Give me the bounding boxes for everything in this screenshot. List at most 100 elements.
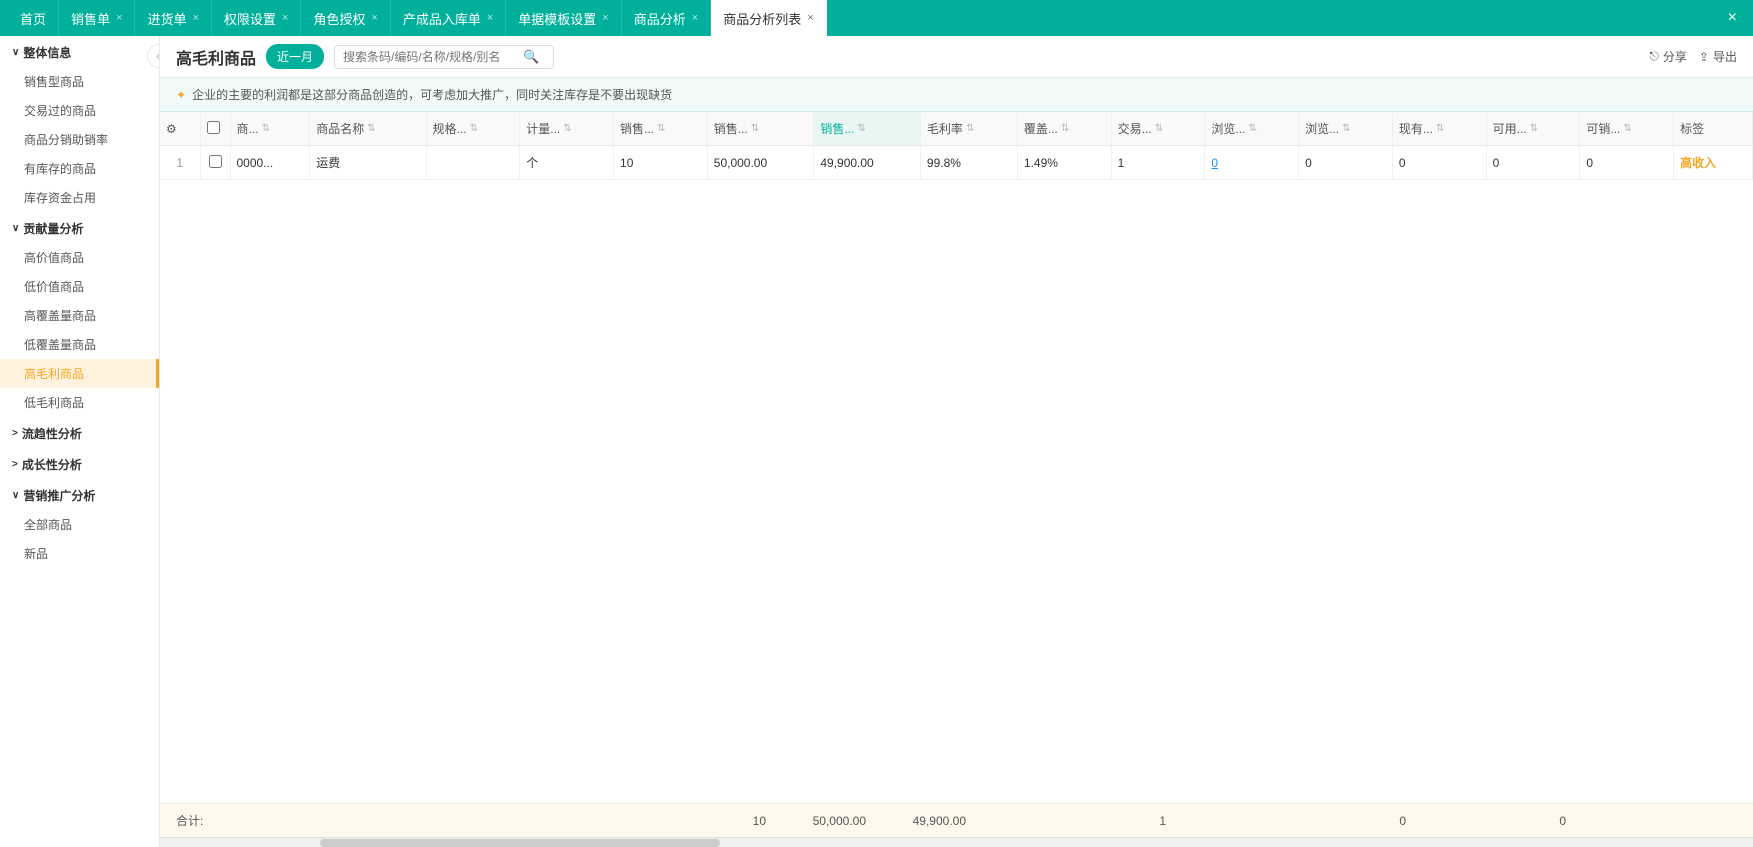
sidebar-item-low-value[interactable]: 低价值商品 xyxy=(0,272,159,301)
sidebar-item-inventory-capital[interactable]: 库存资金占用 xyxy=(0,183,159,212)
nav-role-auth[interactable]: 角色授权 × xyxy=(301,0,390,36)
search-box: 🔍 xyxy=(334,45,554,69)
search-input[interactable] xyxy=(343,50,523,64)
page-title: 高毛利商品 xyxy=(176,45,256,69)
sidebar-item-stocked-goods[interactable]: 有库存的商品 xyxy=(0,154,159,183)
col-unit[interactable]: 计量... ⇅ xyxy=(520,112,614,146)
sort-icon: ⇅ xyxy=(657,123,665,134)
select-all-checkbox[interactable] xyxy=(207,121,220,134)
scrollbar-thumb[interactable] xyxy=(320,839,720,847)
nav-sales-order[interactable]: 销售单 × xyxy=(59,0,135,36)
row-views1[interactable]: 0 xyxy=(1205,146,1299,180)
content-header: 高毛利商品 近一月 🔍 ⎋ 分享 ⇪ 导出 xyxy=(160,36,1753,78)
sort-icon: ⇅ xyxy=(563,123,571,134)
top-navigation: 首页 销售单 × 进货单 × 权限设置 × 角色授权 × 产成品入库单 × 单据… xyxy=(0,0,1753,36)
chevron-right-icon: > xyxy=(12,459,18,470)
sidebar-item-sales-goods[interactable]: 销售型商品 xyxy=(0,67,159,96)
col-transactions[interactable]: 交易... ⇅ xyxy=(1111,112,1205,146)
col-available[interactable]: 可用... ⇅ xyxy=(1486,112,1580,146)
sidebar-item-high-margin[interactable]: 高毛利商品 xyxy=(0,359,159,388)
row-index: 1 xyxy=(160,146,200,180)
col-checkbox xyxy=(200,112,230,146)
row-select-checkbox[interactable] xyxy=(209,155,222,168)
col-spec[interactable]: 规格... ⇅ xyxy=(426,112,520,146)
sidebar-section-overall[interactable]: ∨ 整体信息 xyxy=(0,36,159,67)
close-icon[interactable]: × xyxy=(371,12,377,24)
sidebar-item-traded-goods[interactable]: 交易过的商品 xyxy=(0,96,159,125)
row-current-stock: 0 xyxy=(1392,146,1486,180)
main-layout: « ∨ 整体信息 销售型商品 交易过的商品 商品分销助销率 有库存的商品 库存资… xyxy=(0,36,1753,847)
sidebar-section-growth[interactable]: > 成长性分析 xyxy=(0,448,159,479)
table-container: ⚙ 商... ⇅ 商品名称 xyxy=(160,112,1753,803)
close-icon[interactable]: × xyxy=(116,12,122,24)
col-sellable[interactable]: 可销... ⇅ xyxy=(1580,112,1674,146)
data-table: ⚙ 商... ⇅ 商品名称 xyxy=(160,112,1753,180)
sidebar-item-high-coverage[interactable]: 高覆盖量商品 xyxy=(0,301,159,330)
sidebar-section-contribution[interactable]: ∨ 贡献量分析 xyxy=(0,212,159,243)
close-icon[interactable]: × xyxy=(487,12,493,24)
col-code[interactable]: 商... ⇅ xyxy=(230,112,310,146)
col-coverage[interactable]: 覆盖... ⇅ xyxy=(1017,112,1111,146)
info-icon: ✦ xyxy=(176,88,186,102)
close-all-tabs-button[interactable]: × xyxy=(1720,9,1745,27)
header-actions: ⎋ 分享 ⇪ 导出 xyxy=(1649,48,1737,65)
nav-product-analysis[interactable]: 商品分析 × xyxy=(622,0,711,36)
sort-icon: ⇅ xyxy=(1530,123,1538,134)
col-sales-cost[interactable]: 销售... ⇅ xyxy=(814,112,921,146)
col-tag[interactable]: 标签 xyxy=(1674,112,1753,146)
share-icon: ⎋ xyxy=(1649,49,1659,64)
close-icon[interactable]: × xyxy=(192,12,198,24)
content-area: 高毛利商品 近一月 🔍 ⎋ 分享 ⇪ 导出 ✦ 企业的主要的利润都是这部分商品创… xyxy=(160,36,1753,847)
col-settings[interactable]: ⚙ xyxy=(160,112,200,146)
horizontal-scrollbar[interactable] xyxy=(160,837,1753,847)
sidebar-item-distribution-rate[interactable]: 商品分销助销率 xyxy=(0,125,159,154)
close-icon[interactable]: × xyxy=(602,12,608,24)
info-text: 企业的主要的利润都是这部分商品创造的，可考虑加大推广，同时关注库存是不要出现缺货 xyxy=(192,86,672,103)
sort-icon: ⇅ xyxy=(1061,123,1069,134)
sort-icon: ⇅ xyxy=(470,123,478,134)
col-name[interactable]: 商品名称 ⇅ xyxy=(310,112,426,146)
col-gross-rate[interactable]: 毛利率 ⇅ xyxy=(920,112,1017,146)
footer-transactions: 1 xyxy=(1106,814,1186,828)
sidebar-item-low-margin[interactable]: 低毛利商品 xyxy=(0,388,159,417)
sidebar-item-high-value[interactable]: 高价值商品 xyxy=(0,243,159,272)
col-views1[interactable]: 浏览... ⇅ xyxy=(1205,112,1299,146)
row-sales-qty: 10 xyxy=(614,146,708,180)
sidebar-item-new-goods[interactable]: 新品 xyxy=(0,539,159,568)
table-body: 1 0000... 运费 个 10 50,000.00 49,900.00 99… xyxy=(160,146,1753,180)
search-icon[interactable]: 🔍 xyxy=(523,49,539,65)
sort-icon: ⇅ xyxy=(367,123,375,134)
close-icon[interactable]: × xyxy=(807,12,813,24)
sidebar-item-low-coverage[interactable]: 低覆盖量商品 xyxy=(0,330,159,359)
nav-home[interactable]: 首页 xyxy=(8,0,59,36)
nav-template-settings[interactable]: 单据模板设置 × xyxy=(506,0,621,36)
nav-permission-settings[interactable]: 权限设置 × xyxy=(212,0,301,36)
close-icon[interactable]: × xyxy=(282,12,288,24)
sort-icon: ⇅ xyxy=(1155,123,1163,134)
nav-product-instock[interactable]: 产成品入库单 × xyxy=(391,0,506,36)
row-views2: 0 xyxy=(1299,146,1393,180)
row-sellable: 0 xyxy=(1580,146,1674,180)
nav-purchase-order[interactable]: 进货单 × xyxy=(135,0,211,36)
row-transactions: 1 xyxy=(1111,146,1205,180)
footer-current-stock: 0 xyxy=(1346,814,1426,828)
row-available: 0 xyxy=(1486,146,1580,180)
col-sales-amount[interactable]: 销售... ⇅ xyxy=(707,112,814,146)
nav-product-analysis-list[interactable]: 商品分析列表 × xyxy=(711,0,826,36)
sort-icon: ⇅ xyxy=(966,123,974,134)
export-button[interactable]: ⇪ 导出 xyxy=(1699,48,1737,65)
filter-recent-month-button[interactable]: 近一月 xyxy=(266,44,324,69)
table-row: 1 0000... 运费 个 10 50,000.00 49,900.00 99… xyxy=(160,146,1753,180)
sidebar-section-trend[interactable]: > 流趋性分析 xyxy=(0,417,159,448)
col-sales-qty[interactable]: 销售... ⇅ xyxy=(614,112,708,146)
col-views2[interactable]: 浏览... ⇅ xyxy=(1299,112,1393,146)
row-sales-amount: 50,000.00 xyxy=(707,146,814,180)
sidebar-section-marketing[interactable]: ∨ 营销推广分析 xyxy=(0,479,159,510)
close-icon[interactable]: × xyxy=(692,12,698,24)
row-name: 运费 xyxy=(310,146,426,180)
footer-sales-cost: 49,900.00 xyxy=(886,814,986,828)
sidebar-item-all-goods[interactable]: 全部商品 xyxy=(0,510,159,539)
footer-sellable: 0 xyxy=(1506,814,1586,828)
share-button[interactable]: ⎋ 分享 xyxy=(1649,48,1687,65)
col-current-stock[interactable]: 现有... ⇅ xyxy=(1392,112,1486,146)
